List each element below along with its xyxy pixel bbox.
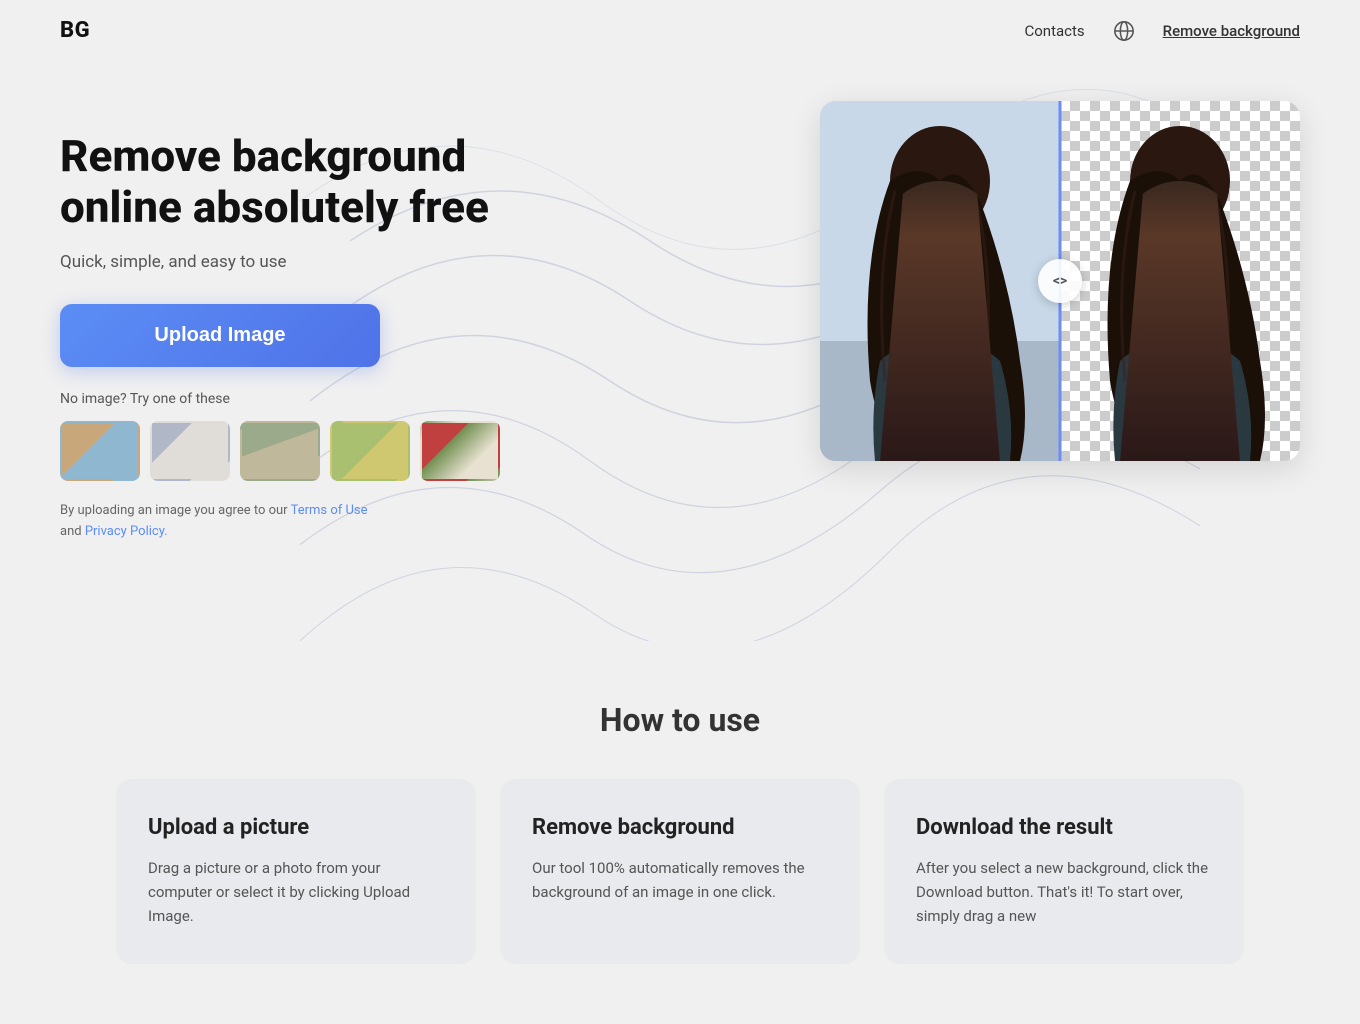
card-download: Download the result After you select a n…: [884, 779, 1244, 964]
how-to-use-title: How to use: [60, 701, 1300, 739]
no-image-text: No image? Try one of these: [60, 391, 560, 407]
sample-image-2[interactable]: [150, 421, 230, 481]
logo: BG: [60, 18, 90, 43]
sample-image-3[interactable]: [240, 421, 320, 481]
card-upload-text: Drag a picture or a photo from your comp…: [148, 856, 444, 928]
globe-icon[interactable]: [1113, 20, 1135, 42]
handle-arrows: <>: [1053, 273, 1067, 289]
card-upload-title: Upload a picture: [148, 815, 444, 840]
privacy-policy-link[interactable]: Privacy Policy.: [85, 524, 168, 539]
compare-original-side: [820, 101, 1060, 461]
hero-left: Remove background online absolutely free…: [60, 101, 560, 543]
how-to-use-section: How to use Upload a picture Drag a pictu…: [0, 641, 1360, 1024]
hero-title: Remove background online absolutely free: [60, 131, 520, 232]
upload-button[interactable]: Upload Image: [60, 304, 380, 367]
card-remove-text: Our tool 100% automatically removes the …: [532, 856, 828, 904]
contacts-link[interactable]: Contacts: [1024, 22, 1084, 40]
card-remove-title: Remove background: [532, 815, 828, 840]
cards-row: Upload a picture Drag a picture or a pho…: [60, 779, 1300, 964]
remove-bg-nav-link[interactable]: Remove background: [1163, 22, 1300, 40]
compare-transparent-side: [1060, 101, 1300, 461]
terms-text: By uploading an image you agree to our T…: [60, 501, 560, 543]
sample-images: [60, 421, 560, 481]
terms-prefix: By uploading an image you agree to our: [60, 503, 291, 518]
image-compare-container[interactable]: <>: [820, 101, 1300, 461]
compare-handle[interactable]: <>: [1038, 259, 1082, 303]
terms-and: and: [60, 524, 85, 539]
nav-right: Contacts Remove background: [1024, 20, 1300, 42]
sample-image-5[interactable]: [420, 421, 500, 481]
hero-right: <>: [560, 101, 1300, 461]
card-remove: Remove background Our tool 100% automati…: [500, 779, 860, 964]
sample-image-4[interactable]: [330, 421, 410, 481]
navbar: BG Contacts Remove background: [0, 0, 1360, 61]
card-download-text: After you select a new background, click…: [916, 856, 1212, 928]
card-upload: Upload a picture Drag a picture or a pho…: [116, 779, 476, 964]
terms-of-use-link[interactable]: Terms of Use: [291, 503, 368, 518]
hero-subtitle: Quick, simple, and easy to use: [60, 252, 560, 272]
card-download-title: Download the result: [916, 815, 1212, 840]
sample-image-1[interactable]: [60, 421, 140, 481]
hero-section: Remove background online absolutely free…: [0, 61, 1360, 641]
